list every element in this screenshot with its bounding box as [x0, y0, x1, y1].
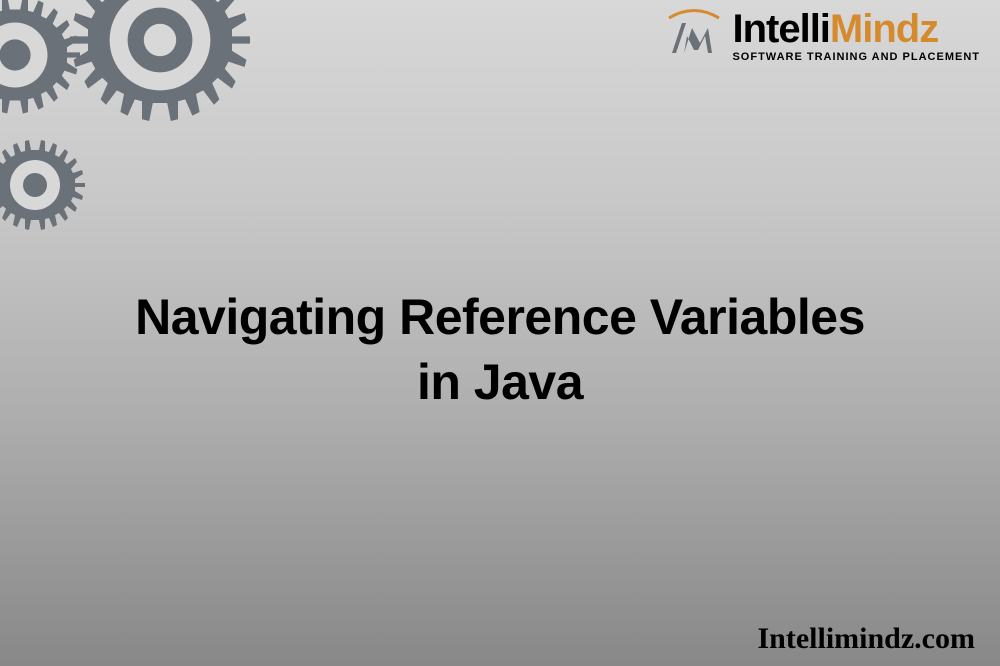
footer-website-url: Intellimindz.com: [758, 622, 976, 656]
gears-decoration: [0, 0, 280, 280]
gear-icon-large: [70, 0, 250, 130]
logo-brand-part1: Intelli: [732, 7, 829, 51]
page-title: Navigating Reference Variables in Java: [0, 285, 1000, 415]
title-line-2: in Java: [0, 350, 1000, 415]
brand-logo: IntelliMindz SOFTWARE TRAINING AND PLACE…: [664, 8, 980, 63]
logo-tagline: SOFTWARE TRAINING AND PLACEMENT: [732, 51, 980, 63]
title-line-1: Navigating Reference Variables: [0, 285, 1000, 350]
logo-mark-icon: [664, 8, 724, 63]
gear-icon-small: [0, 135, 85, 235]
gear-icon-medium: [0, 0, 80, 120]
logo-brand-text: IntelliMindz: [732, 9, 980, 49]
logo-brand-part2: Mindz: [830, 7, 938, 51]
